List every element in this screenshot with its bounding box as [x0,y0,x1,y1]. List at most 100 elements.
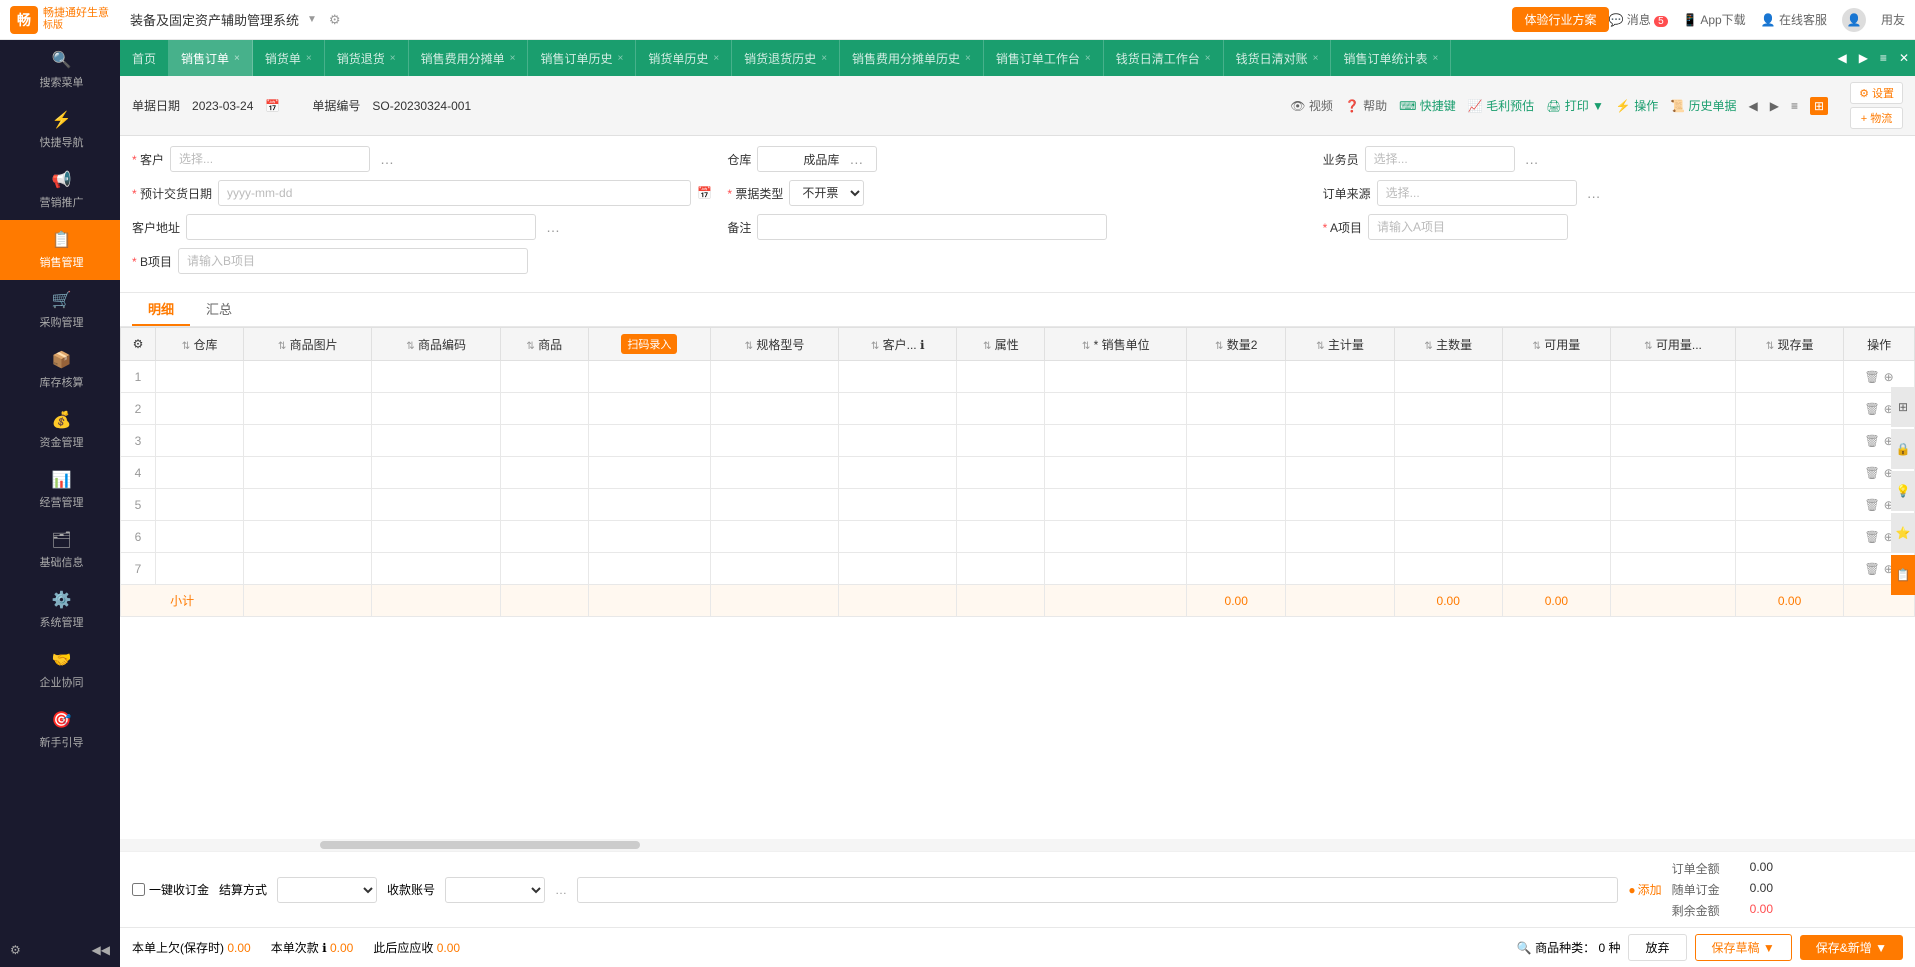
delete-icon[interactable]: 🗑 [1864,402,1879,416]
order-source-more-icon[interactable]: … [1583,185,1605,201]
tab-close-icon[interactable]: × [1085,53,1091,64]
delete-icon[interactable]: 🗑 [1864,530,1879,544]
row-warehouse-7[interactable] [156,553,244,585]
row-img-2[interactable] [244,393,372,425]
tab-sales-order[interactable]: 销售订单 × [169,40,253,76]
card-view-icon[interactable]: ⊞ [1810,97,1828,115]
row-mainqty-3[interactable] [1394,425,1502,457]
row-unit-1[interactable] [1045,361,1187,393]
customer-input[interactable] [170,146,370,172]
row-warehouse-6[interactable] [156,521,244,553]
tab-close-icon[interactable]: × [510,53,516,64]
delivery-date-cal-icon[interactable]: 📅 [697,186,712,200]
tab-close-icon[interactable]: × [1432,53,1438,64]
row-warehouse-1[interactable] [156,361,244,393]
sidebar-item-basicinfo[interactable]: 🗂 基础信息 [0,520,120,580]
dropdown-arrow-icon[interactable]: ▼ [307,14,317,25]
tab-close-icon[interactable]: × [306,53,312,64]
project-b-input[interactable] [178,248,528,274]
tab-prev-icon[interactable]: ◀ [1831,51,1852,65]
row-mainqty-2[interactable] [1394,393,1502,425]
col-scan[interactable]: 扫码录入 [588,328,710,361]
print-btn[interactable]: 🖨 打印 ▼ [1546,97,1604,114]
sidebar-item-inventory[interactable]: 📦 库存核算 [0,340,120,400]
customer-address-input[interactable] [186,214,536,240]
col-main-qty[interactable]: ⇅ 主数量 [1394,328,1502,361]
remarks-input[interactable] [757,214,1107,240]
col-product[interactable]: ⇅ 商品 [500,328,588,361]
row-code-2[interactable] [372,393,500,425]
add-payment-button[interactable]: ● 添加 [1628,881,1661,898]
col-available[interactable]: ⇅ 可用量 [1502,328,1610,361]
row-spec-3[interactable] [710,425,838,457]
tab-detail[interactable]: 明细 [132,293,190,326]
payment-amount-input[interactable]: 0.00 [577,877,1618,903]
scroll-thumb[interactable] [320,841,640,849]
col-main-unit[interactable]: ⇅ 主计量 [1286,328,1394,361]
sidebar-item-newbie[interactable]: 🎯 新手引导 [0,700,120,760]
row-spec-1[interactable] [710,361,838,393]
col-warehouse[interactable]: ⇅ 仓库 [156,328,244,361]
row-code-1[interactable] [372,361,500,393]
delete-icon[interactable]: 🗑 [1864,434,1879,448]
invoice-type-select[interactable]: 不开票 [789,180,864,206]
col-customer-code[interactable]: ⇅ 客户... ℹ [839,328,957,361]
tab-sales-expense[interactable]: 销售费用分摊单 × [409,40,529,76]
save-new-dropdown-icon[interactable]: ▼ [1875,941,1887,955]
tab-sales-stats[interactable]: 销售订单统计表 × [1331,40,1451,76]
sidebar-item-quicknav[interactable]: ⚡ 快捷导航 [0,100,120,160]
list-view-icon[interactable]: ≡ [1791,99,1798,113]
row-warehouse-2[interactable] [156,393,244,425]
payment-more-icon[interactable]: … [555,883,567,897]
tab-cashflow-check[interactable]: 钱货日清对账 × [1224,40,1332,76]
salesperson-input[interactable] [1365,146,1515,172]
order-source-input[interactable] [1377,180,1577,206]
row-warehouse-3[interactable] [156,425,244,457]
row-img-3[interactable] [244,425,372,457]
right-panel-btn-2[interactable]: 🔒 [1891,429,1915,469]
tab-close-icon[interactable]: × [1313,53,1319,64]
shortcut-btn[interactable]: ⌨ 快捷键 [1399,97,1456,114]
sidebar-collapse-icon[interactable]: ◀◀ [92,943,110,957]
view-btn[interactable]: 👁 视频 [1290,97,1333,114]
message-btn[interactable]: 💬 消息 5 [1609,11,1668,28]
tab-close-icon[interactable]: × [965,53,971,64]
tab-sales-refund[interactable]: 销货退货 × [325,40,409,76]
col-product-img[interactable]: ⇅ 商品图片 [244,328,372,361]
row-attr-1[interactable] [957,361,1045,393]
col-qty2[interactable]: ⇅ 数量2 [1187,328,1286,361]
tab-sales-return[interactable]: 销货单 × [253,40,325,76]
row-product-2[interactable] [500,393,588,425]
tab-close-all-icon[interactable]: ✕ [1893,51,1915,65]
tab-menu-icon[interactable]: ≡ [1874,51,1893,65]
help-btn[interactable]: ❓ 帮助 [1345,97,1387,114]
tab-close-icon[interactable]: × [713,53,719,64]
tab-close-icon[interactable]: × [617,53,623,64]
tab-close-icon[interactable]: × [234,53,240,64]
project-a-input[interactable] [1368,214,1568,240]
right-panel-btn-4[interactable]: ⭐ [1891,513,1915,553]
profit-btn[interactable]: 📈 毛利预估 [1468,97,1534,114]
row-custcode-2[interactable] [839,393,957,425]
sidebar-item-search[interactable]: 🔍 搜索菜单 [0,40,120,100]
solution-button[interactable]: 体验行业方案 [1512,7,1608,32]
row-attr-3[interactable] [957,425,1045,457]
tab-home[interactable]: 首页 [120,40,169,76]
sidebar-item-marketing[interactable]: 📢 营销推广 [0,160,120,220]
customer-more-icon[interactable]: … [376,151,398,167]
col-sales-unit[interactable]: ⇅ * 销售单位 [1045,328,1187,361]
delete-icon[interactable]: 🗑 [1864,466,1879,480]
row-qty2-2[interactable] [1187,393,1286,425]
sidebar-item-operations[interactable]: 📊 经营管理 [0,460,120,520]
right-panel-btn-3[interactable]: 💡 [1891,471,1915,511]
warehouse-more-icon[interactable]: … [845,151,867,167]
scan-button[interactable]: 扫码录入 [621,334,677,354]
tab-summary[interactable]: 汇总 [190,293,248,326]
tab-close-icon[interactable]: × [821,53,827,64]
row-unit-2[interactable] [1045,393,1187,425]
row-qty2-3[interactable] [1187,425,1286,457]
save-new-button[interactable]: 保存&新增 ▼ [1800,935,1903,960]
sidebar-item-finance[interactable]: 💰 资金管理 [0,400,120,460]
row-qty2-1[interactable] [1187,361,1286,393]
col-spec[interactable]: ⇅ 规格型号 [710,328,838,361]
